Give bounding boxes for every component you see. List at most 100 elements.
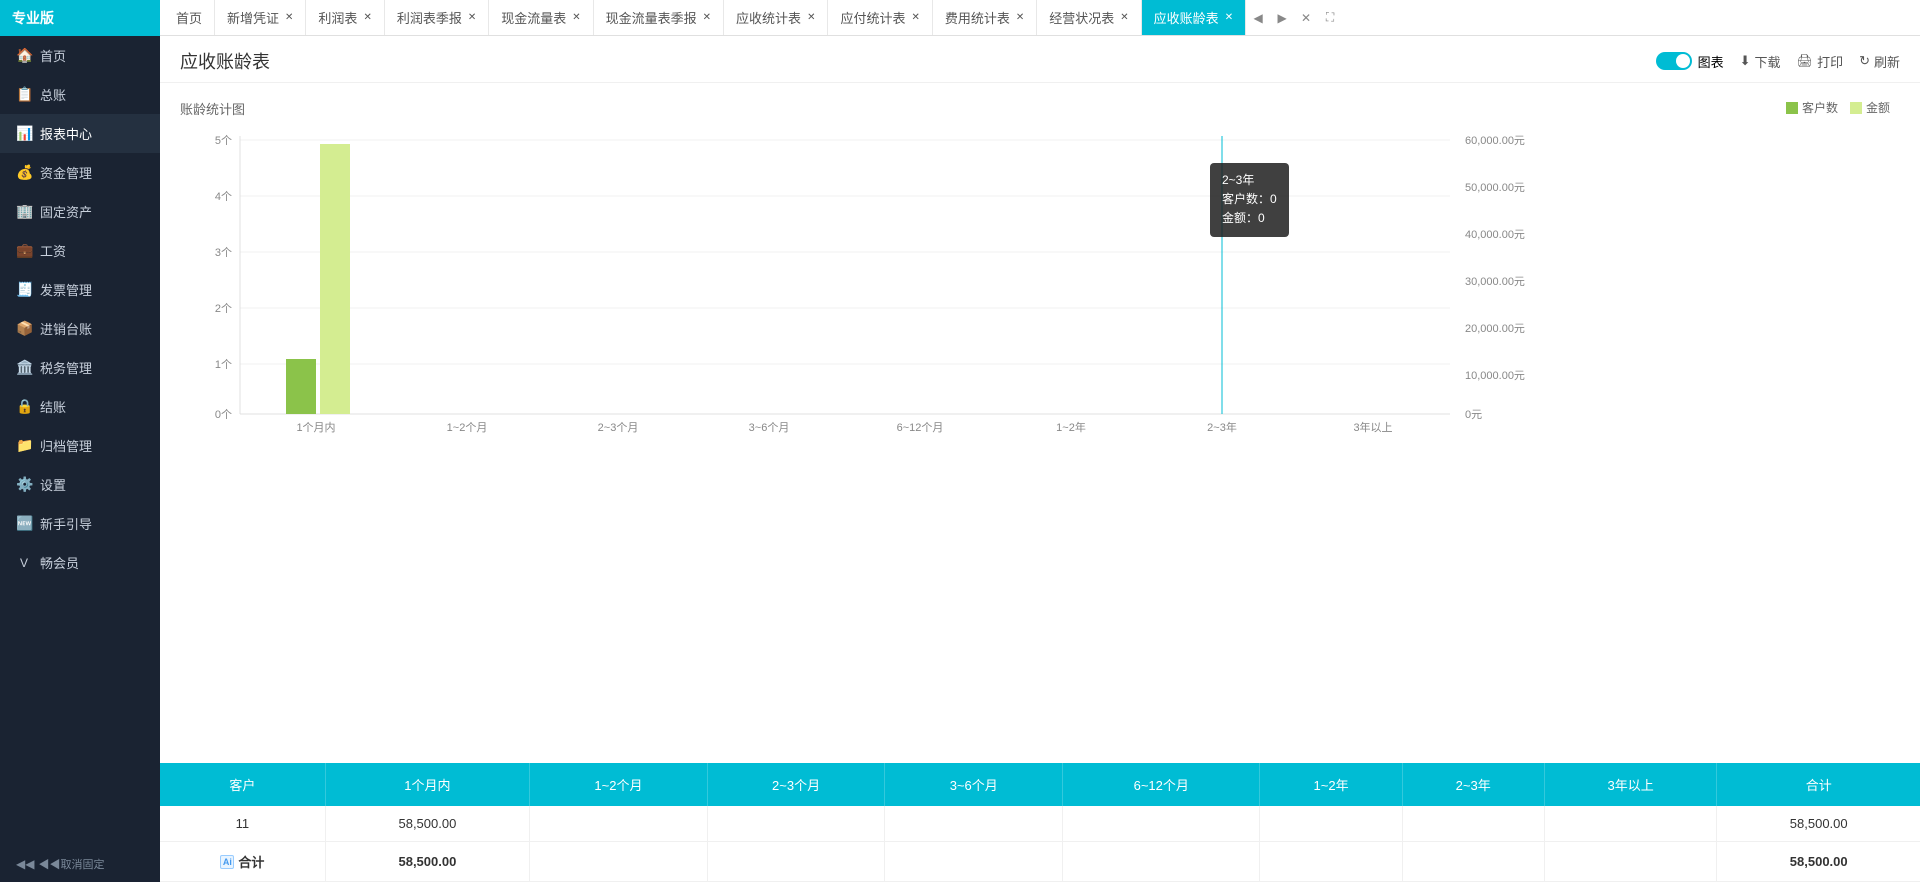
page-title: 应收账龄表 [180,48,270,74]
cell-3y-plus [1544,806,1717,842]
reports-icon: 📊 [16,125,32,142]
download-btn[interactable]: ⬇ 下载 [1740,52,1781,71]
sidebar-item-salary[interactable]: 💼 工资 [0,231,160,270]
sidebar-item-purchase[interactable]: 📦 进销台账 [0,309,160,348]
purchase-icon: 📦 [16,320,32,337]
svg-text:1~2年: 1~2年 [1056,420,1086,434]
sidebar-label-salary: 工资 [40,241,66,260]
sidebar-collapse-btn[interactable]: ◀◀ ◀◀取消固定 [0,846,160,882]
sidebar-item-assets[interactable]: 🏢 固定资产 [0,192,160,231]
sidebar-label-funds: 资金管理 [40,163,92,182]
svg-text:3~6个月: 3~6个月 [749,421,790,434]
refresh-btn[interactable]: ↻ 刷新 [1859,52,1900,71]
tab-profit-label: 利润表 [318,8,357,27]
sidebar-item-ledger[interactable]: 📋 总账 [0,75,160,114]
collapse-icon: ◀◀ [16,857,34,871]
refresh-label: 刷新 [1874,52,1900,71]
tooltip-period: 2~3年 [1222,171,1277,190]
total-1-2m [530,842,708,882]
sidebar: 专业版 🏠 首页 📋 总账 📊 报表中心 💰 资金管理 🏢 固定资产 💼 工资 … [0,0,160,882]
tab-voucher-close[interactable]: ✕ [285,12,293,23]
tab-cashflow[interactable]: 现金流量表 ✕ [489,0,593,36]
funds-icon: 💰 [16,164,32,181]
legend-amount: 金额 [1850,99,1890,116]
svg-text:10,000.00元: 10,000.00元 [1465,370,1525,382]
cell-1m: 58,500.00 [325,806,529,842]
sidebar-item-member[interactable]: V 畅会员 [0,543,160,582]
sidebar-item-archive[interactable]: 📁 归档管理 [0,426,160,465]
sidebar-item-settings[interactable]: ⚙️ 设置 [0,465,160,504]
col-3-6m: 3~6个月 [885,763,1063,806]
app-logo: 专业版 [0,0,160,36]
total-icon: Ai [220,855,234,869]
sidebar-item-guide[interactable]: 🆕 新手引导 [0,504,160,543]
member-icon: V [16,556,32,570]
sidebar-item-invoice[interactable]: 🧾 发票管理 [0,270,160,309]
table-area: 客户 1个月内 1~2个月 2~3个月 3~6个月 6~12个月 1~2年 2~… [160,763,1920,882]
sidebar-label-guide: 新手引导 [40,514,92,533]
cell-2-3y [1402,806,1544,842]
tab-payable-stat[interactable]: 应付统计表 ✕ [828,0,932,36]
svg-text:0元: 0元 [1465,409,1482,421]
tab-payable-stat-close[interactable]: ✕ [911,12,919,23]
sidebar-item-funds[interactable]: 💰 资金管理 [0,153,160,192]
sidebar-item-home[interactable]: 🏠 首页 [0,36,160,75]
sidebar-label-tax: 税务管理 [40,358,92,377]
tab-voucher[interactable]: 新增凭证 ✕ [215,0,306,36]
ledger-icon: 📋 [16,86,32,103]
svg-text:60,000.00元: 60,000.00元 [1465,135,1525,147]
refresh-icon: ↻ [1859,53,1870,69]
tab-business-stat-close[interactable]: ✕ [1120,12,1128,23]
tab-receivable-aging[interactable]: 应收账龄表 ✕ [1142,0,1246,36]
archive-icon: 📁 [16,437,32,454]
col-6-12m: 6~12个月 [1063,763,1260,806]
tab-expense-stat[interactable]: 费用统计表 ✕ [933,0,1037,36]
download-icon: ⬇ [1740,53,1751,69]
aging-table: 客户 1个月内 1~2个月 2~3个月 3~6个月 6~12个月 1~2年 2~… [160,763,1920,882]
print-btn[interactable]: 🖨 打印 [1797,52,1844,71]
svg-text:50,000.00元: 50,000.00元 [1465,182,1525,194]
tab-cashflow-quarter-close[interactable]: ✕ [703,12,711,23]
legend-customer-label: 客户数 [1802,99,1838,116]
tab-profit-quarter[interactable]: 利润表季报 ✕ [385,0,489,36]
tab-cashflow-label: 现金流量表 [501,8,566,27]
svg-text:4个: 4个 [215,190,232,203]
tab-cashflow-close[interactable]: ✕ [572,12,580,23]
sidebar-label-member: 畅会员 [40,553,79,572]
toggle-track[interactable] [1656,52,1692,70]
tab-profit-quarter-close[interactable]: ✕ [468,12,476,23]
tab-prev-btn[interactable]: ◀ [1246,6,1270,30]
tab-bar: 首页 新增凭证 ✕ 利润表 ✕ 利润表季报 ✕ 现金流量表 ✕ 现金流量表季报 … [160,0,1920,36]
tab-next-btn[interactable]: ▶ [1270,6,1294,30]
tab-receivable-aging-close[interactable]: ✕ [1225,12,1233,23]
svg-text:30,000.00元: 30,000.00元 [1465,276,1525,288]
tab-home[interactable]: 首页 [164,0,215,36]
chart-toggle[interactable]: 图表 [1656,52,1724,71]
total-1m: 58,500.00 [325,842,529,882]
tab-cashflow-quarter[interactable]: 现金流量表季报 ✕ [594,0,724,36]
bar-chart: 5个 4个 3个 2个 1个 0个 60,000.00元 50,000.00元 … [240,136,1480,456]
svg-text:5个: 5个 [215,134,232,147]
tab-business-stat[interactable]: 经营状况表 ✕ [1037,0,1141,36]
col-2-3y: 2~3年 [1402,763,1544,806]
sidebar-item-close[interactable]: 🔒 结账 [0,387,160,426]
tab-receivable-aging-label: 应收账龄表 [1154,8,1219,27]
sidebar-item-tax[interactable]: 🏛️ 税务管理 [0,348,160,387]
tab-maximize-btn[interactable]: ⛶ [1318,6,1342,30]
svg-text:40,000.00元: 40,000.00元 [1465,229,1525,241]
sidebar-item-reports[interactable]: 📊 报表中心 [0,114,160,153]
tab-receivable-stat[interactable]: 应收统计表 ✕ [724,0,828,36]
table-header-row: 客户 1个月内 1~2个月 2~3个月 3~6个月 6~12个月 1~2年 2~… [160,763,1920,806]
print-icon: 🖨 [1797,53,1814,69]
tab-expense-stat-close[interactable]: ✕ [1016,12,1024,23]
tax-icon: 🏛️ [16,359,32,376]
tab-receivable-stat-close[interactable]: ✕ [807,12,815,23]
sidebar-label-assets: 固定资产 [40,202,92,221]
total-label-text: 合计 [238,852,264,871]
tab-profit-close[interactable]: ✕ [363,12,371,23]
svg-text:0个: 0个 [215,408,232,421]
tab-close-all-btn[interactable]: ✕ [1294,6,1318,30]
col-total: 合计 [1717,763,1920,806]
svg-text:1个: 1个 [215,358,232,371]
tab-profit[interactable]: 利润表 ✕ [306,0,384,36]
